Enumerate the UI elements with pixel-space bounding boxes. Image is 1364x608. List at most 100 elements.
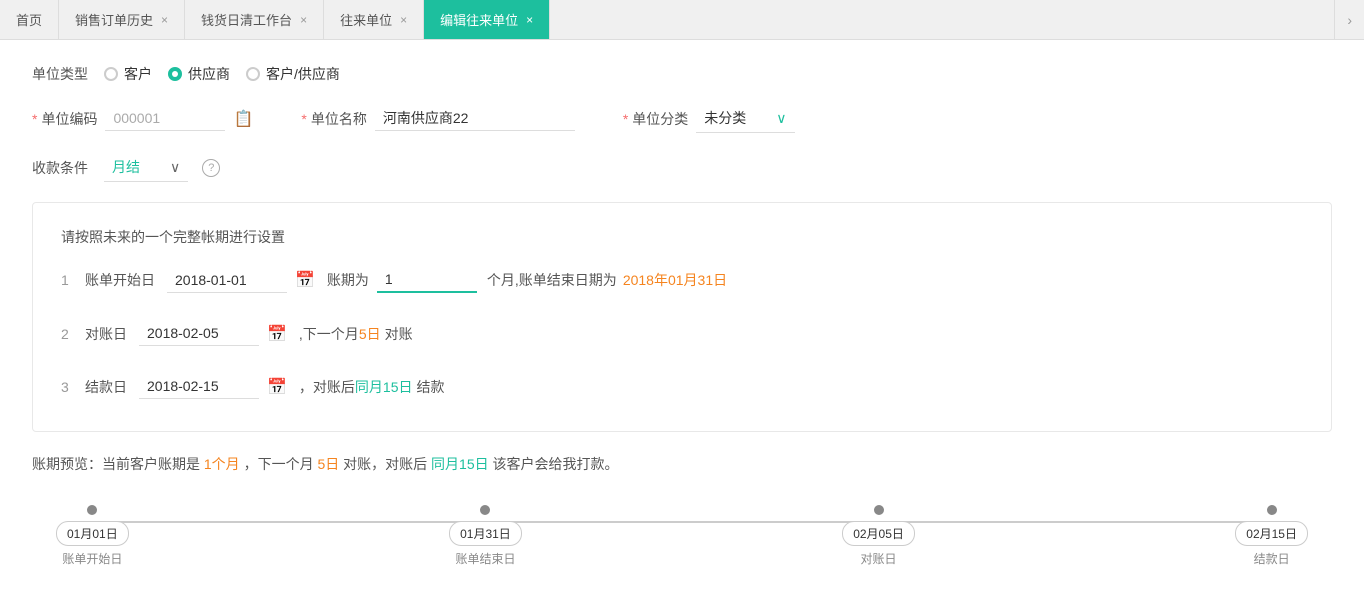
settings-row-2: 2 对账日 📅 ,下一个月 5日 对账 bbox=[61, 321, 1303, 346]
unit-type-label: 单位类型 bbox=[32, 64, 88, 84]
settings-title: 请按照未来的一个完整帐期进行设置 bbox=[61, 227, 1303, 247]
timeline-points: 01月01日 账单开始日 01月31日 账单结束日 02月05日 对账日 02月… bbox=[56, 505, 1308, 567]
timeline-point-0: 01月01日 账单开始日 bbox=[56, 505, 129, 567]
tab-bar: 首页 销售订单历史 × 钱货日清工作台 × 往来单位 × 编辑往来单位 × › bbox=[0, 0, 1364, 40]
preview-highlight1: 1个月 bbox=[204, 456, 240, 472]
radio-customer-circle bbox=[104, 67, 118, 81]
timeline-dot-0 bbox=[87, 505, 97, 515]
tab-more-arrow[interactable]: › bbox=[1334, 0, 1364, 39]
unit-category-select[interactable]: 未分类 ∨ bbox=[696, 104, 794, 133]
unit-type-radio-group: 客户 供应商 客户/供应商 bbox=[104, 64, 340, 84]
preview-section: 账期预览：当前客户账期是 1个月 ，下一个月 5日 对账，对账后 同月15日 该… bbox=[32, 452, 1332, 477]
preview-prefix: 账期预览：当前客户账期是 bbox=[32, 456, 200, 472]
unit-name-field: * 单位名称 bbox=[301, 106, 574, 131]
settings-box: 请按照未来的一个完整帐期进行设置 1 账单开始日 📅 账期为 个月,账单结束日期… bbox=[32, 202, 1332, 432]
radio-supplier[interactable]: 供应商 bbox=[168, 64, 230, 84]
preview-highlight2: 5日 bbox=[317, 456, 339, 472]
tab-cash-work-close[interactable]: × bbox=[300, 13, 307, 27]
timeline-dot-3 bbox=[1267, 505, 1277, 515]
timeline-point-2: 02月05日 对账日 bbox=[842, 505, 915, 567]
radio-both-label: 客户/供应商 bbox=[266, 64, 340, 84]
tab-edit-partner[interactable]: 编辑往来单位 × bbox=[424, 0, 550, 39]
settlement-highlight: 同月15日 bbox=[355, 377, 413, 397]
timeline-dot-2 bbox=[874, 505, 884, 515]
settings-row-1: 1 账单开始日 📅 账期为 个月,账单结束日期为 2018年01月31日 bbox=[61, 267, 1303, 293]
step-num-2: 2 bbox=[61, 326, 85, 342]
radio-both-circle bbox=[246, 67, 260, 81]
step-suffix-before-2: ,下一个月 bbox=[299, 324, 359, 344]
step-date-3[interactable] bbox=[139, 374, 259, 399]
unit-name-star: * bbox=[301, 111, 306, 127]
period-end-date: 2018年01月31日 bbox=[623, 270, 727, 290]
radio-both[interactable]: 客户/供应商 bbox=[246, 64, 340, 84]
step-suffix-before-1: 账期为 bbox=[327, 270, 369, 290]
timeline-date-3: 02月15日 bbox=[1235, 521, 1308, 546]
unit-type-row: 单位类型 客户 供应商 客户/供应商 bbox=[32, 64, 1332, 84]
unit-name-label: 单位名称 bbox=[311, 109, 367, 129]
tab-sales-history-close[interactable]: × bbox=[161, 13, 168, 27]
unit-category-field: * 单位分类 未分类 ∨ bbox=[623, 104, 795, 133]
tab-home-label: 首页 bbox=[16, 10, 42, 29]
step-num-1: 1 bbox=[61, 272, 85, 288]
tab-edit-partner-close[interactable]: × bbox=[526, 13, 533, 27]
tab-partner[interactable]: 往来单位 × bbox=[324, 0, 424, 39]
unit-category-star: * bbox=[623, 111, 628, 127]
calendar-icon-2[interactable]: 📅 bbox=[267, 324, 287, 344]
tab-cash-work-label: 钱货日清工作台 bbox=[201, 10, 292, 29]
radio-customer-label: 客户 bbox=[124, 64, 152, 84]
timeline-date-2: 02月05日 bbox=[842, 521, 915, 546]
radio-supplier-label: 供应商 bbox=[188, 64, 230, 84]
timeline-dot-1 bbox=[480, 505, 490, 515]
step-label-3: 结款日 bbox=[85, 377, 127, 397]
unit-code-input[interactable] bbox=[105, 106, 225, 131]
timeline-label-1: 账单结束日 bbox=[455, 550, 515, 567]
radio-supplier-circle bbox=[168, 67, 182, 81]
calendar-icon-1[interactable]: 📅 bbox=[295, 270, 315, 290]
unit-name-input[interactable] bbox=[375, 106, 575, 131]
unit-category-label: 单位分类 bbox=[632, 109, 688, 129]
timeline-wrapper: 01月01日 账单开始日 01月31日 账单结束日 02月05日 对账日 02月… bbox=[32, 505, 1332, 567]
preview-sep1: ，下一个月 bbox=[244, 456, 314, 472]
calendar-icon-3[interactable]: 📅 bbox=[267, 377, 287, 397]
timeline-label-0: 账单开始日 bbox=[62, 550, 122, 567]
unit-code-icon[interactable]: 📋 bbox=[233, 109, 253, 129]
step-suffix-before-3: ，对账后 bbox=[299, 377, 355, 397]
main-content: 单位类型 客户 供应商 客户/供应商 * 单位编码 📋 * 单位名称 bbox=[0, 40, 1364, 608]
timeline-point-3: 02月15日 结款日 bbox=[1235, 505, 1308, 567]
timeline-date-0: 01月01日 bbox=[56, 521, 129, 546]
timeline-point-1: 01月31日 账单结束日 bbox=[449, 505, 522, 567]
tab-partner-close[interactable]: × bbox=[400, 13, 407, 27]
settings-row-3: 3 结款日 📅 ，对账后 同月15日 结款 bbox=[61, 374, 1303, 399]
timeline-label-2: 对账日 bbox=[861, 550, 897, 567]
payment-terms-value: 月结 bbox=[112, 157, 140, 177]
tab-sales-history[interactable]: 销售订单历史 × bbox=[59, 0, 185, 39]
unit-info-row: * 单位编码 📋 * 单位名称 * 单位分类 未分类 ∨ bbox=[32, 104, 1332, 133]
radio-customer[interactable]: 客户 bbox=[104, 64, 152, 84]
unit-category-dropdown-icon: ∨ bbox=[776, 110, 786, 127]
period-input[interactable] bbox=[377, 267, 477, 293]
payment-terms-select[interactable]: 月结 ∨ bbox=[104, 153, 188, 182]
timeline-date-1: 01月31日 bbox=[449, 521, 522, 546]
payment-terms-row: 收款条件 月结 ∨ ? bbox=[32, 153, 1332, 182]
step-num-3: 3 bbox=[61, 379, 85, 395]
unit-category-value: 未分类 bbox=[704, 108, 746, 128]
tab-home[interactable]: 首页 bbox=[0, 0, 59, 39]
step-label-2: 对账日 bbox=[85, 324, 127, 344]
tab-partner-label: 往来单位 bbox=[340, 10, 392, 29]
preview-suffix: 该客户会给我打款。 bbox=[493, 456, 619, 472]
step-suffix-after-2: 对账 bbox=[385, 324, 413, 344]
payment-terms-label: 收款条件 bbox=[32, 158, 88, 178]
reconcile-highlight: 5日 bbox=[359, 324, 381, 344]
step-suffix-after-1: 个月,账单结束日期为 bbox=[487, 270, 617, 290]
step-date-1[interactable] bbox=[167, 268, 287, 293]
tab-cash-work[interactable]: 钱货日清工作台 × bbox=[185, 0, 324, 39]
step-date-2[interactable] bbox=[139, 321, 259, 346]
tab-sales-history-label: 销售订单历史 bbox=[75, 10, 153, 29]
timeline-label-3: 结款日 bbox=[1254, 550, 1290, 567]
unit-code-label: 单位编码 bbox=[41, 109, 97, 129]
step-label-1: 账单开始日 bbox=[85, 270, 155, 290]
preview-sep2: 对账，对账后 bbox=[343, 456, 427, 472]
tab-edit-partner-label: 编辑往来单位 bbox=[440, 10, 518, 29]
help-icon[interactable]: ? bbox=[202, 159, 220, 177]
payment-terms-dropdown-icon: ∨ bbox=[170, 159, 180, 176]
